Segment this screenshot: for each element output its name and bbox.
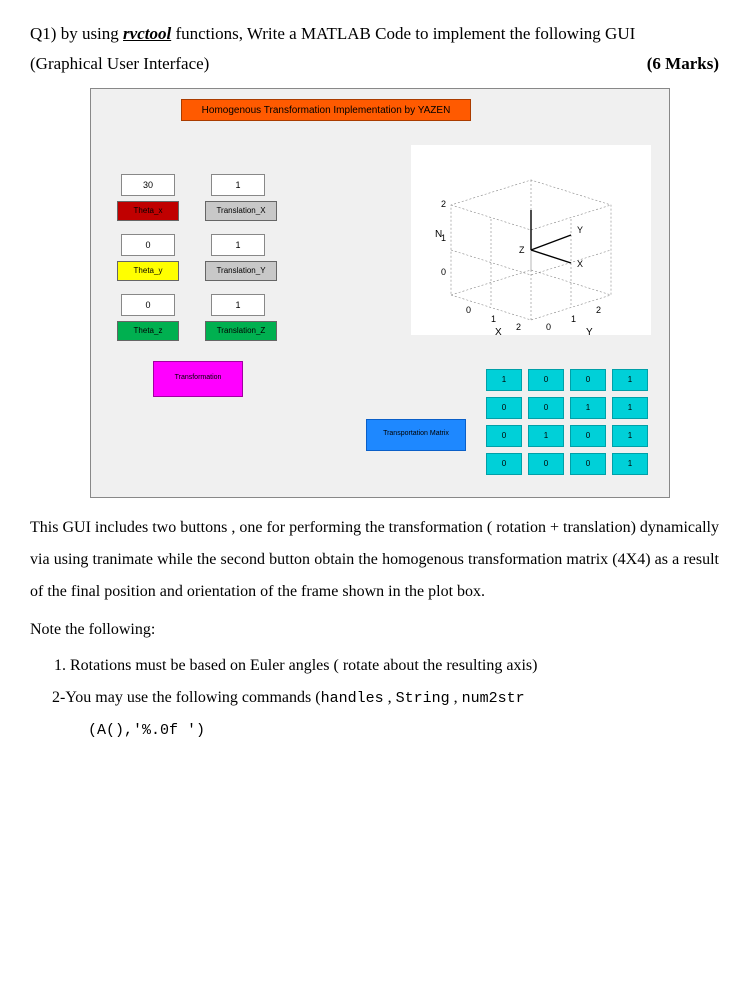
sep1: ,	[384, 689, 396, 706]
axis-x-outer: X	[495, 327, 502, 335]
plot-axes: X Y Z N 2 1 0 0 1 2 X 0 1 2 Y	[411, 145, 651, 335]
m31: 0	[528, 453, 564, 475]
m02: 0	[570, 369, 606, 391]
axis-z-label: Z	[519, 245, 525, 255]
sep2: ,	[450, 689, 462, 706]
note-heading: Note the following:	[30, 614, 719, 646]
theta-z-label[interactable]: Theta_z	[117, 321, 179, 341]
tick-x1: 1	[491, 314, 496, 324]
theta-x-input[interactable]: 30	[121, 174, 175, 196]
trans-x-input[interactable]: 1	[211, 174, 265, 196]
theta-x-label[interactable]: Theta_x	[117, 201, 179, 221]
code-handles: handles	[321, 690, 384, 707]
transportation-matrix-button[interactable]: Transportation Matrix	[366, 419, 466, 451]
m30: 0	[486, 453, 522, 475]
tick-n0: 0	[441, 267, 446, 277]
theta-y-label[interactable]: Theta_y	[117, 261, 179, 281]
note-item-1: Rotations must be based on Euler angles …	[70, 650, 719, 682]
tick-x0: 0	[466, 305, 471, 315]
q-rest: functions, Write a MATLAB Code to implem…	[171, 24, 635, 43]
note-1-text: Rotations must be based on Euler angles …	[70, 657, 537, 674]
axis-y-outer: Y	[586, 327, 593, 335]
question-line-1: Q1) by using rvctool functions, Write a …	[30, 18, 719, 50]
transformation-button[interactable]: Transformation	[153, 361, 243, 397]
m00: 1	[486, 369, 522, 391]
gui-label: (Graphical User Interface)	[30, 54, 209, 74]
code-line-2: (A(),'%.0f ')	[88, 722, 205, 739]
rvctool-word: rvctool	[123, 24, 171, 43]
theta-z-input[interactable]: 0	[121, 294, 175, 316]
m33: 1	[612, 453, 648, 475]
m23: 1	[612, 425, 648, 447]
code-string: String	[396, 690, 450, 707]
m10: 0	[486, 397, 522, 419]
note-2a: You may use the following commands (	[65, 689, 320, 706]
trans-z-label[interactable]: Translation_Z	[205, 321, 277, 341]
marks-label: (6 Marks)	[647, 54, 719, 74]
matrix-output: 1 0 0 1 0 0 1 1 0 1 0 1 0 0 0 1	[486, 369, 648, 475]
trans-x-label[interactable]: Translation_X	[205, 201, 277, 221]
q-prefix: Q1) by using	[30, 24, 123, 43]
note-item-2: 2-You may use the following commands (ha…	[70, 682, 719, 746]
code-num2str: num2str	[462, 690, 525, 707]
tick-x2: 2	[516, 322, 521, 332]
theta-y-input[interactable]: 0	[121, 234, 175, 256]
gui-title-bar: Homogenous Transformation Implementation…	[181, 99, 471, 121]
question-line-2: (Graphical User Interface) (6 Marks)	[30, 54, 719, 74]
description-paragraph: This GUI includes two buttons , one for …	[30, 512, 719, 608]
m21: 1	[528, 425, 564, 447]
m20: 0	[486, 425, 522, 447]
trans-z-input[interactable]: 1	[211, 294, 265, 316]
tick-y0: 0	[546, 322, 551, 332]
tick-y1: 1	[571, 314, 576, 324]
m13: 1	[612, 397, 648, 419]
axis-y-label: Y	[577, 225, 583, 235]
tick-n2: 2	[441, 199, 446, 209]
trans-y-input[interactable]: 1	[211, 234, 265, 256]
gui-window: Homogenous Transformation Implementation…	[90, 88, 670, 498]
m11: 0	[528, 397, 564, 419]
trans-y-label[interactable]: Translation_Y	[205, 261, 277, 281]
m01: 0	[528, 369, 564, 391]
tick-y2: 2	[596, 305, 601, 315]
axis-x-label: X	[577, 259, 583, 269]
m32: 0	[570, 453, 606, 475]
note-list: Rotations must be based on Euler angles …	[70, 650, 719, 746]
m12: 1	[570, 397, 606, 419]
m22: 0	[570, 425, 606, 447]
m03: 1	[612, 369, 648, 391]
tick-n1: 1	[441, 233, 446, 243]
